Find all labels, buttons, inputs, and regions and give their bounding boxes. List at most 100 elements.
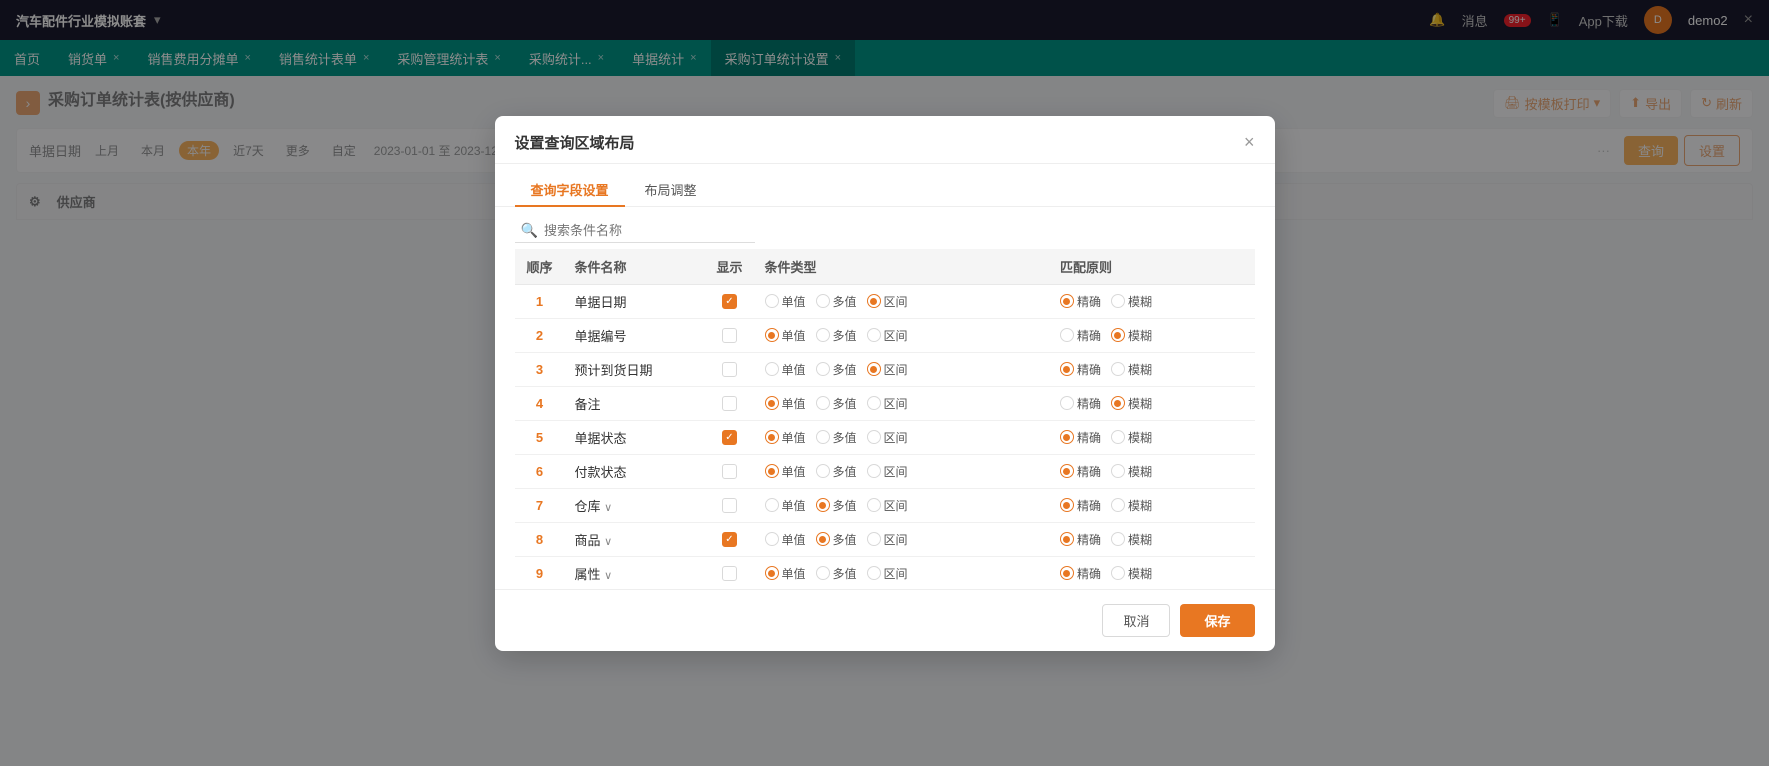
radio-exact[interactable]: 精确 bbox=[1060, 531, 1101, 548]
radio-multi-dot[interactable] bbox=[816, 396, 830, 410]
display-checkbox[interactable] bbox=[722, 362, 737, 377]
radio-multi-dot[interactable] bbox=[816, 328, 830, 342]
radio-single-dot[interactable] bbox=[765, 532, 779, 546]
radio-exact[interactable]: 精确 bbox=[1060, 429, 1101, 446]
radio-range-dot[interactable] bbox=[867, 430, 881, 444]
radio-single[interactable]: 单值 bbox=[765, 463, 806, 480]
radio-multi[interactable]: 多值 bbox=[816, 463, 857, 480]
radio-range[interactable]: 区间 bbox=[867, 429, 908, 446]
radio-single-dot[interactable] bbox=[765, 566, 779, 580]
radio-fuzzy-dot[interactable] bbox=[1111, 328, 1125, 342]
radio-fuzzy-dot[interactable] bbox=[1111, 498, 1125, 512]
radio-range-dot[interactable] bbox=[867, 464, 881, 478]
radio-fuzzy[interactable]: 模糊 bbox=[1111, 293, 1152, 310]
radio-multi-dot[interactable] bbox=[816, 430, 830, 444]
radio-fuzzy-dot[interactable] bbox=[1111, 566, 1125, 580]
radio-fuzzy-dot[interactable] bbox=[1111, 362, 1125, 376]
radio-exact[interactable]: 精确 bbox=[1060, 361, 1101, 378]
radio-range[interactable]: 区间 bbox=[867, 463, 908, 480]
radio-range[interactable]: 区间 bbox=[867, 497, 908, 514]
cell-display[interactable] bbox=[705, 556, 755, 589]
radio-multi[interactable]: 多值 bbox=[816, 565, 857, 582]
display-checkbox[interactable] bbox=[722, 498, 737, 513]
radio-fuzzy[interactable]: 模糊 bbox=[1111, 395, 1152, 412]
radio-multi-dot[interactable] bbox=[816, 294, 830, 308]
radio-range-dot[interactable] bbox=[867, 498, 881, 512]
search-input[interactable] bbox=[544, 223, 749, 238]
radio-multi[interactable]: 多值 bbox=[816, 429, 857, 446]
radio-fuzzy-dot[interactable] bbox=[1111, 532, 1125, 546]
radio-exact-dot[interactable] bbox=[1060, 396, 1074, 410]
radio-range-dot[interactable] bbox=[867, 396, 881, 410]
display-checkbox[interactable] bbox=[722, 294, 737, 309]
radio-multi[interactable]: 多值 bbox=[816, 395, 857, 412]
display-checkbox[interactable] bbox=[722, 430, 737, 445]
radio-exact-dot[interactable] bbox=[1060, 464, 1074, 478]
radio-multi-dot[interactable] bbox=[816, 362, 830, 376]
cell-display[interactable] bbox=[705, 284, 755, 318]
radio-fuzzy[interactable]: 模糊 bbox=[1111, 565, 1152, 582]
cell-display[interactable] bbox=[705, 454, 755, 488]
dialog-close-button[interactable]: × bbox=[1244, 133, 1255, 151]
radio-range-dot[interactable] bbox=[867, 566, 881, 580]
radio-single[interactable]: 单值 bbox=[765, 429, 806, 446]
radio-exact-dot[interactable] bbox=[1060, 532, 1074, 546]
cell-display[interactable] bbox=[705, 488, 755, 522]
radio-exact[interactable]: 精确 bbox=[1060, 565, 1101, 582]
radio-exact-dot[interactable] bbox=[1060, 362, 1074, 376]
radio-single-dot[interactable] bbox=[765, 498, 779, 512]
radio-exact-dot[interactable] bbox=[1060, 430, 1074, 444]
radio-range[interactable]: 区间 bbox=[867, 531, 908, 548]
dialog-tab-layout[interactable]: 布局调整 bbox=[629, 174, 713, 207]
radio-single[interactable]: 单值 bbox=[765, 361, 806, 378]
radio-range[interactable]: 区间 bbox=[867, 565, 908, 582]
cell-display[interactable] bbox=[705, 318, 755, 352]
radio-exact[interactable]: 精确 bbox=[1060, 293, 1101, 310]
cell-display[interactable] bbox=[705, 522, 755, 556]
display-checkbox[interactable] bbox=[722, 532, 737, 547]
radio-range[interactable]: 区间 bbox=[867, 361, 908, 378]
radio-multi[interactable]: 多值 bbox=[816, 531, 857, 548]
radio-single-dot[interactable] bbox=[765, 328, 779, 342]
radio-single[interactable]: 单值 bbox=[765, 293, 806, 310]
radio-range[interactable]: 区间 bbox=[867, 293, 908, 310]
radio-fuzzy[interactable]: 模糊 bbox=[1111, 497, 1152, 514]
radio-single[interactable]: 单值 bbox=[765, 395, 806, 412]
radio-single-dot[interactable] bbox=[765, 396, 779, 410]
radio-exact[interactable]: 精确 bbox=[1060, 395, 1101, 412]
display-checkbox[interactable] bbox=[722, 464, 737, 479]
radio-fuzzy[interactable]: 模糊 bbox=[1111, 361, 1152, 378]
radio-range-dot[interactable] bbox=[867, 328, 881, 342]
radio-fuzzy-dot[interactable] bbox=[1111, 464, 1125, 478]
radio-multi[interactable]: 多值 bbox=[816, 327, 857, 344]
cell-display[interactable] bbox=[705, 420, 755, 454]
radio-fuzzy-dot[interactable] bbox=[1111, 430, 1125, 444]
radio-single-dot[interactable] bbox=[765, 362, 779, 376]
radio-multi-dot[interactable] bbox=[816, 532, 830, 546]
radio-range[interactable]: 区间 bbox=[867, 395, 908, 412]
radio-single-dot[interactable] bbox=[765, 430, 779, 444]
radio-exact-dot[interactable] bbox=[1060, 566, 1074, 580]
radio-multi[interactable]: 多值 bbox=[816, 293, 857, 310]
radio-multi-dot[interactable] bbox=[816, 498, 830, 512]
display-checkbox[interactable] bbox=[722, 328, 737, 343]
radio-exact-dot[interactable] bbox=[1060, 328, 1074, 342]
radio-single[interactable]: 单值 bbox=[765, 531, 806, 548]
radio-exact-dot[interactable] bbox=[1060, 294, 1074, 308]
radio-fuzzy[interactable]: 模糊 bbox=[1111, 463, 1152, 480]
radio-range-dot[interactable] bbox=[867, 362, 881, 376]
radio-range-dot[interactable] bbox=[867, 294, 881, 308]
radio-multi-dot[interactable] bbox=[816, 464, 830, 478]
display-checkbox[interactable] bbox=[722, 566, 737, 581]
radio-multi[interactable]: 多值 bbox=[816, 361, 857, 378]
radio-fuzzy[interactable]: 模糊 bbox=[1111, 429, 1152, 446]
radio-fuzzy-dot[interactable] bbox=[1111, 396, 1125, 410]
radio-exact[interactable]: 精确 bbox=[1060, 327, 1101, 344]
save-button[interactable]: 保存 bbox=[1180, 604, 1254, 637]
radio-single-dot[interactable] bbox=[765, 464, 779, 478]
radio-single-dot[interactable] bbox=[765, 294, 779, 308]
cell-display[interactable] bbox=[705, 352, 755, 386]
radio-single[interactable]: 单值 bbox=[765, 497, 806, 514]
radio-fuzzy[interactable]: 模糊 bbox=[1111, 531, 1152, 548]
radio-multi-dot[interactable] bbox=[816, 566, 830, 580]
